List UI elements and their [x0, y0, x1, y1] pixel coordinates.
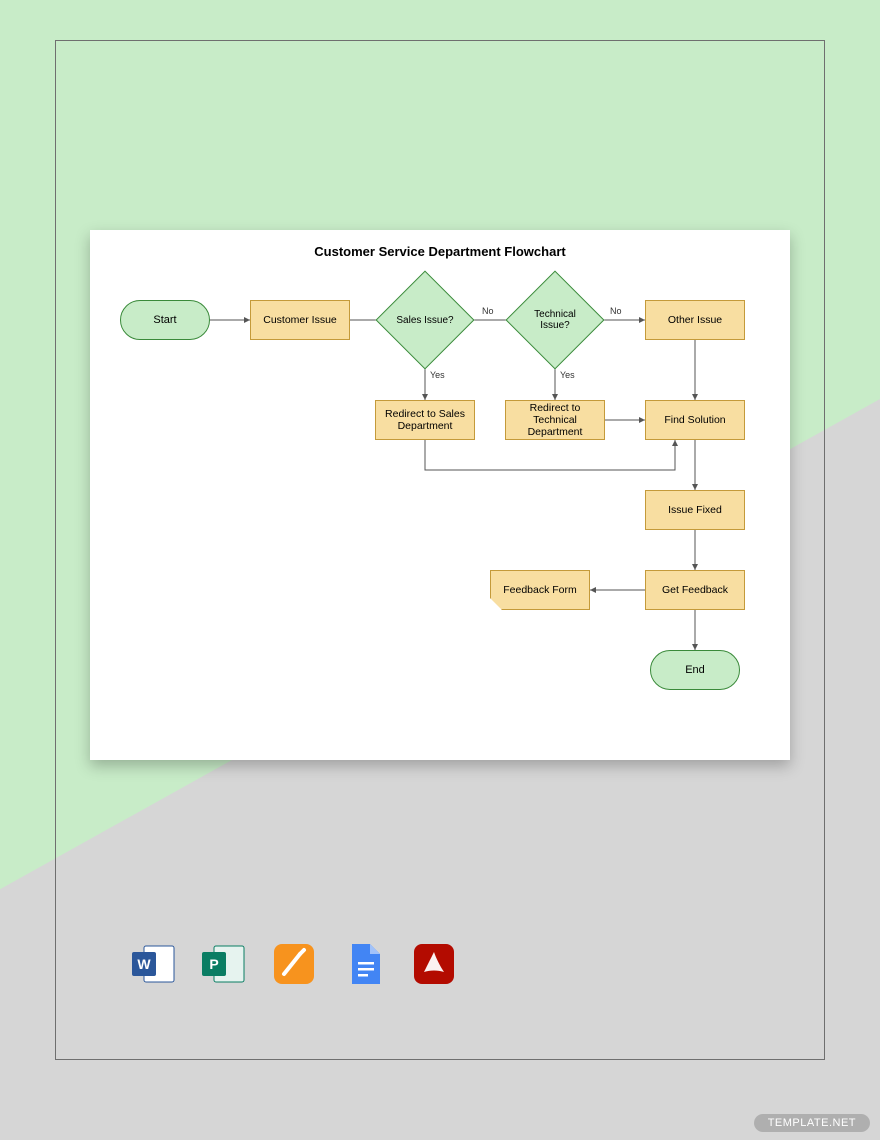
- node-get-feedback-label: Get Feedback: [662, 584, 728, 596]
- node-technical-decision-label: Technical Issue?: [520, 309, 590, 331]
- publisher-icon: P: [200, 940, 248, 988]
- edge-label-no: No: [610, 306, 622, 316]
- node-customer-issue: Customer Issue: [250, 300, 350, 340]
- node-sales-decision: Sales Issue?: [390, 285, 460, 355]
- svg-text:W: W: [137, 956, 151, 972]
- node-other-issue-label: Other Issue: [668, 314, 722, 326]
- node-end-label: End: [685, 664, 705, 676]
- node-start-label: Start: [153, 314, 176, 326]
- edge-label-yes: Yes: [430, 370, 445, 380]
- word-icon: W: [130, 940, 178, 988]
- node-feedback-form-label: Feedback Form: [503, 584, 577, 596]
- flowchart-canvas: No No Yes Yes Start Customer Issue Sales…: [90, 230, 790, 760]
- svg-text:P: P: [209, 956, 218, 972]
- node-technical-decision: Technical Issue?: [520, 285, 590, 355]
- node-issue-fixed-label: Issue Fixed: [668, 504, 722, 516]
- pages-icon: [270, 940, 318, 988]
- node-find-solution-label: Find Solution: [664, 414, 725, 426]
- pdf-icon: [410, 940, 458, 988]
- edge-label-no: No: [482, 306, 494, 316]
- flowchart-sheet: Customer Service Department Flowchart: [90, 230, 790, 760]
- node-redirect-sales: Redirect to Sales Department: [375, 400, 475, 440]
- node-end: End: [650, 650, 740, 690]
- node-redirect-technical: Redirect to Technical Department: [505, 400, 605, 440]
- node-find-solution: Find Solution: [645, 400, 745, 440]
- node-feedback-form: Feedback Form: [490, 570, 590, 610]
- google-docs-icon: [340, 940, 388, 988]
- node-customer-issue-label: Customer Issue: [263, 314, 337, 326]
- node-redirect-sales-label: Redirect to Sales Department: [380, 408, 470, 432]
- node-get-feedback: Get Feedback: [645, 570, 745, 610]
- node-sales-decision-label: Sales Issue?: [396, 315, 453, 326]
- node-start: Start: [120, 300, 210, 340]
- edge-label-yes: Yes: [560, 370, 575, 380]
- node-other-issue: Other Issue: [645, 300, 745, 340]
- watermark-badge: TEMPLATE.NET: [754, 1114, 870, 1132]
- format-icons-row: W P: [130, 940, 458, 988]
- node-redirect-technical-label: Redirect to Technical Department: [510, 402, 600, 438]
- node-issue-fixed: Issue Fixed: [645, 490, 745, 530]
